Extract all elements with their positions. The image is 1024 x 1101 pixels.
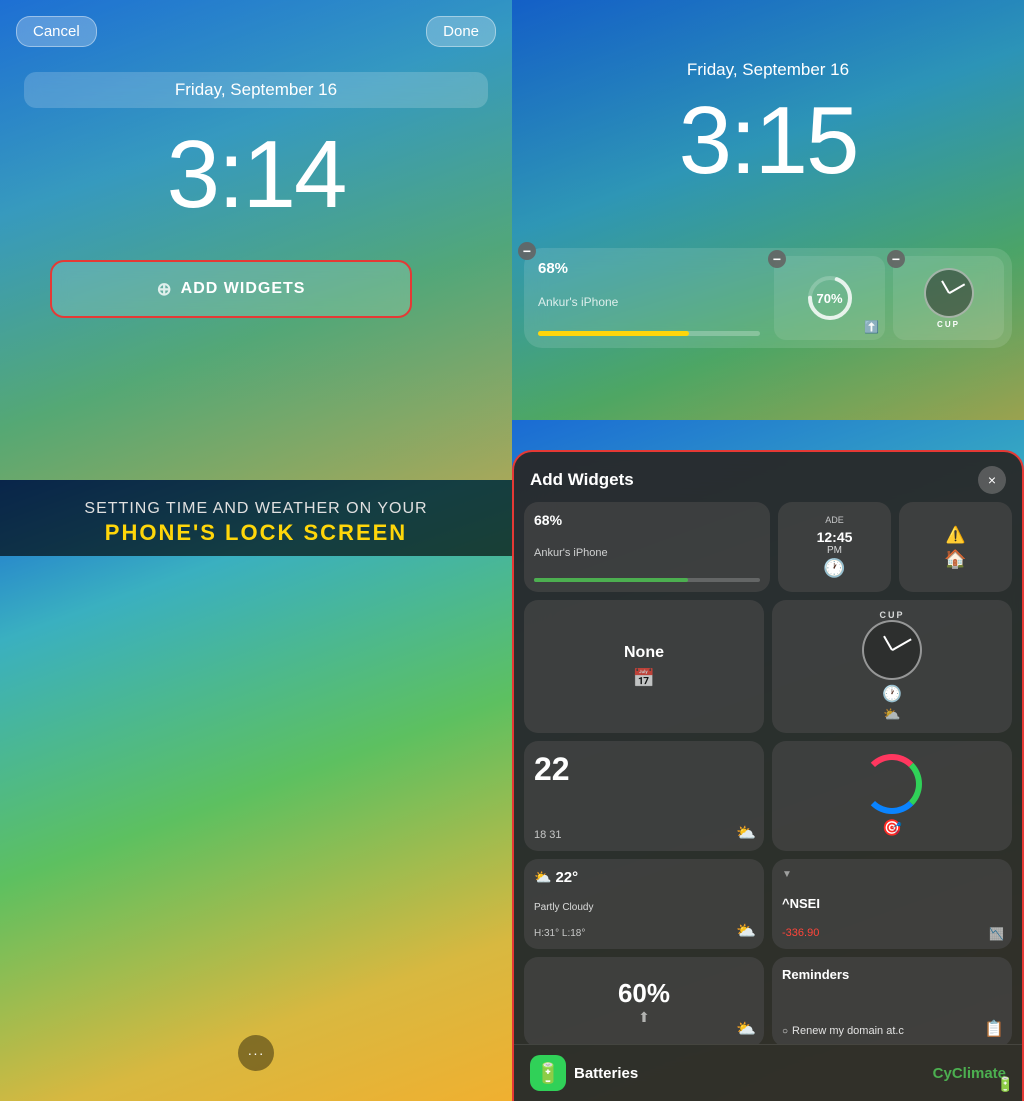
activity-ring (862, 754, 922, 814)
edit-time: 3:14 (0, 120, 512, 230)
stocks-chart-icon: 📉 (989, 927, 1004, 941)
plus-icon: ⊕ (157, 279, 173, 300)
stocks-arrow: ▼ (782, 869, 1002, 880)
preview-home-icon: 🏠 (944, 549, 966, 570)
pct60-arrow: ⬆ (638, 1009, 650, 1026)
cancel-button[interactable]: Cancel (16, 16, 97, 47)
panel-lock: Friday, September 16 3:15 − 68% Ankur's … (512, 0, 1024, 480)
gauge-widget: − 70% ⬆️ (774, 256, 885, 340)
sheet-close-button[interactable]: × (978, 466, 1006, 494)
gauge-text: 70% (816, 291, 842, 306)
edit-date: Friday, September 16 (24, 72, 488, 108)
weather-condition: Partly Cloudy (534, 902, 754, 913)
battery-widget: − 68% Ankur's iPhone (532, 256, 766, 340)
panel-bottom-left: SETTING TIME AND WEATHER ON YOUR PHONE'S… (0, 480, 512, 1101)
weather-widget-icon: ⛅ (736, 921, 756, 941)
batteries-label: Batteries (574, 1065, 638, 1082)
cup-grid-label: CUP (879, 610, 904, 620)
number-sub: 18 31 (534, 829, 754, 841)
number-widget[interactable]: 22 18 31 ⛅ (524, 741, 764, 851)
reminder-item: ○ Renew my domain at.c (782, 1025, 1002, 1037)
stocks-value: -336.90 (782, 927, 1002, 939)
cy-climate-label: CyClimate (933, 1065, 1006, 1082)
sheet-header: Add Widgets × (514, 452, 1022, 502)
battery-bar-fill (538, 331, 689, 336)
reminder-text: Renew my domain at.c (792, 1025, 904, 1037)
calendar-icon: 📅 (633, 668, 655, 689)
number-weather-icon: ⛅ (736, 823, 756, 843)
add-widgets-sheet: Add Widgets × 68% Ankur's iPhone 🔋 ADE 1… (512, 450, 1024, 1101)
sheet-body: 68% Ankur's iPhone 🔋 ADE 12:45 PM 🕐 ⚠️ 🏠 (514, 502, 1022, 1044)
subtitle-text: SETTING TIME AND WEATHER ON YOUR (20, 500, 492, 518)
clock-min-hand (948, 283, 964, 293)
widget-grid: None 📅 CUP 🕐 ⛅ 22 18 31 (524, 600, 1012, 1044)
reminder-circle: ○ (782, 1026, 788, 1037)
cup-clock-icon: 🕐 (882, 684, 902, 704)
battery-green-icon: 🔋 (530, 1055, 566, 1091)
preview-bar-fill (534, 578, 688, 582)
stocks-widget[interactable]: ▼ ^NSEI -336.90 📉 (772, 859, 1012, 949)
preview-bar-bg (534, 578, 760, 582)
none-widget[interactable]: None 📅 (524, 600, 764, 733)
preview-row: 68% Ankur's iPhone 🔋 ADE 12:45 PM 🕐 ⚠️ 🏠 (524, 502, 1012, 592)
minus-badge-cup[interactable]: − (887, 250, 905, 268)
minus-badge-battery[interactable]: − (518, 242, 536, 260)
widgets-row: − 68% Ankur's iPhone − 70% ⬆️ − CUP (524, 248, 1012, 348)
preview-clock-time: 12:45 (817, 529, 853, 545)
preview-clock-widget: ADE 12:45 PM 🕐 (778, 502, 891, 592)
weather-temp: 22° (555, 869, 578, 886)
preview-battery-pct: 68% (534, 512, 760, 528)
text-overlay: SETTING TIME AND WEATHER ON YOUR PHONE'S… (0, 480, 512, 556)
weather-hl: H:31° L:18° (534, 928, 754, 939)
top-buttons: Cancel Done (16, 16, 496, 47)
dots-indicator[interactable]: ··· (238, 1035, 274, 1071)
preview-battery-widget: 68% Ankur's iPhone 🔋 (524, 502, 770, 592)
cup-clock-face (924, 268, 974, 318)
weather-cloud-icon: ⛅ (534, 869, 551, 886)
number-big: 22 (534, 751, 754, 788)
lock-time: 3:15 (512, 86, 1024, 196)
weather-widget[interactable]: ⛅ 22° Partly Cloudy H:31° L:18° ⛅ (524, 859, 764, 949)
done-button[interactable]: Done (426, 16, 496, 47)
pct60-number: 60% (618, 978, 670, 1009)
cup-widget: − CUP (893, 256, 1004, 340)
cup-min-hand (892, 638, 912, 650)
bottom-battery-section: 🔋 Batteries (530, 1055, 638, 1091)
preview-warning-icon: ⚠️ (946, 525, 966, 545)
battery-percent: 68% (538, 260, 760, 277)
preview-device-name: Ankur's iPhone (534, 547, 760, 559)
title-text: PHONE'S LOCK SCREEN (20, 520, 492, 546)
device-name: Ankur's iPhone (538, 295, 760, 309)
panel-edit: Cancel Done Friday, September 16 3:14 ⊕ … (0, 0, 512, 530)
pct60-icon: ⛅ (736, 1019, 756, 1039)
reminders-widget[interactable]: Reminders ○ Renew my domain at.c 📋 (772, 957, 1012, 1044)
reminders-title: Reminders (782, 967, 1002, 982)
stocks-name: ^NSEI (782, 896, 1002, 911)
activity-widget[interactable]: 🎯 (772, 741, 1012, 851)
preview-clock-icon: 🕐 (823, 558, 845, 579)
cup-weather-icon: ⛅ (883, 706, 900, 723)
cup-clock (862, 620, 922, 680)
sheet-title: Add Widgets (530, 470, 634, 490)
battery-bar-bg (538, 331, 760, 336)
panel-widgets-panel: Add Widgets × 68% Ankur's iPhone 🔋 ADE 1… (512, 420, 1024, 1101)
add-widgets-button[interactable]: ⊕ ADD WIDGETS (50, 260, 412, 318)
cup-label: CUP (937, 320, 960, 329)
cup-widget-grid[interactable]: CUP 🕐 ⛅ (772, 600, 1012, 733)
preview-warning-widget: ⚠️ 🏠 (899, 502, 1012, 592)
sheet-bottom: 🔋 Batteries CyClimate (514, 1044, 1022, 1101)
preview-app-label: ADE (825, 515, 844, 525)
lock-date: Friday, September 16 (512, 60, 1024, 80)
add-widgets-label: ADD WIDGETS (181, 280, 306, 298)
none-label: None (624, 644, 664, 662)
clock-hour-hand (941, 280, 950, 293)
reminders-icon: 📋 (984, 1019, 1004, 1039)
pct60-widget[interactable]: 60% ⬆ ⛅ (524, 957, 764, 1044)
minus-badge-gauge[interactable]: − (768, 250, 786, 268)
preview-clock-period: PM (827, 545, 842, 556)
weather-top: ⛅ 22° (534, 869, 754, 886)
activity-icon: 🎯 (882, 818, 902, 838)
